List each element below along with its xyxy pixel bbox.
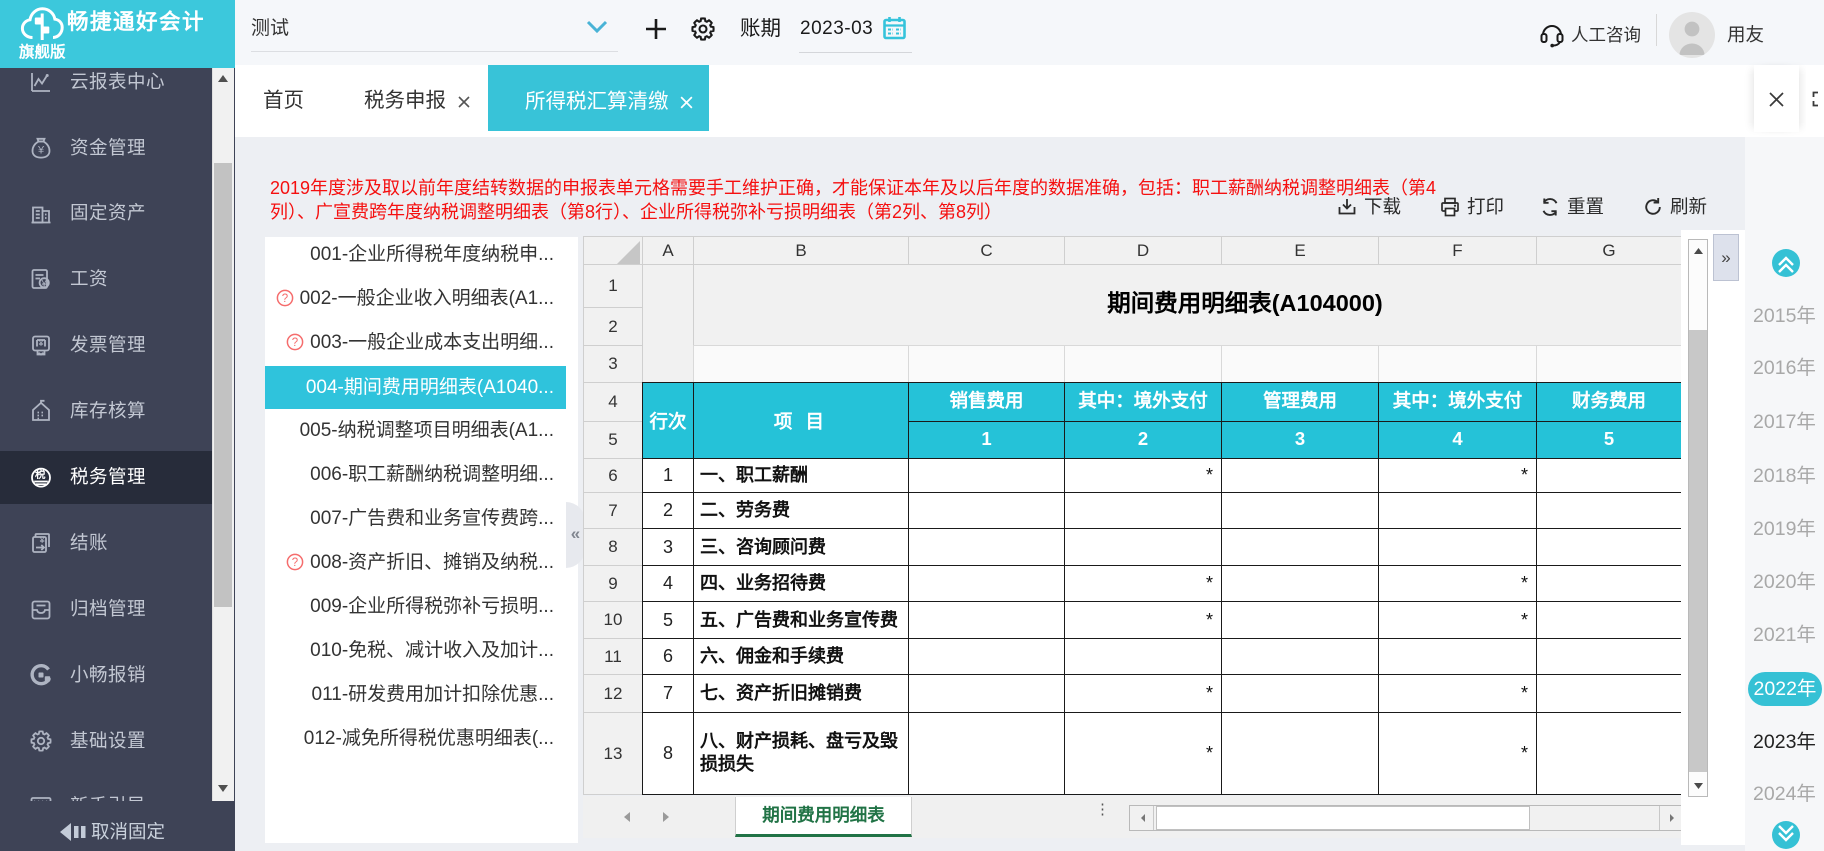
svg-text:?: ? [292, 337, 298, 349]
svg-text:税: 税 [35, 468, 46, 481]
svg-text:¥: ¥ [41, 278, 48, 289]
svg-text:?: ? [281, 293, 287, 305]
svg-text:¥: ¥ [37, 145, 45, 157]
svg-text:¥: ¥ [37, 338, 44, 348]
svg-text:?: ? [292, 557, 298, 569]
svg-text:¥: ¥ [39, 535, 46, 546]
